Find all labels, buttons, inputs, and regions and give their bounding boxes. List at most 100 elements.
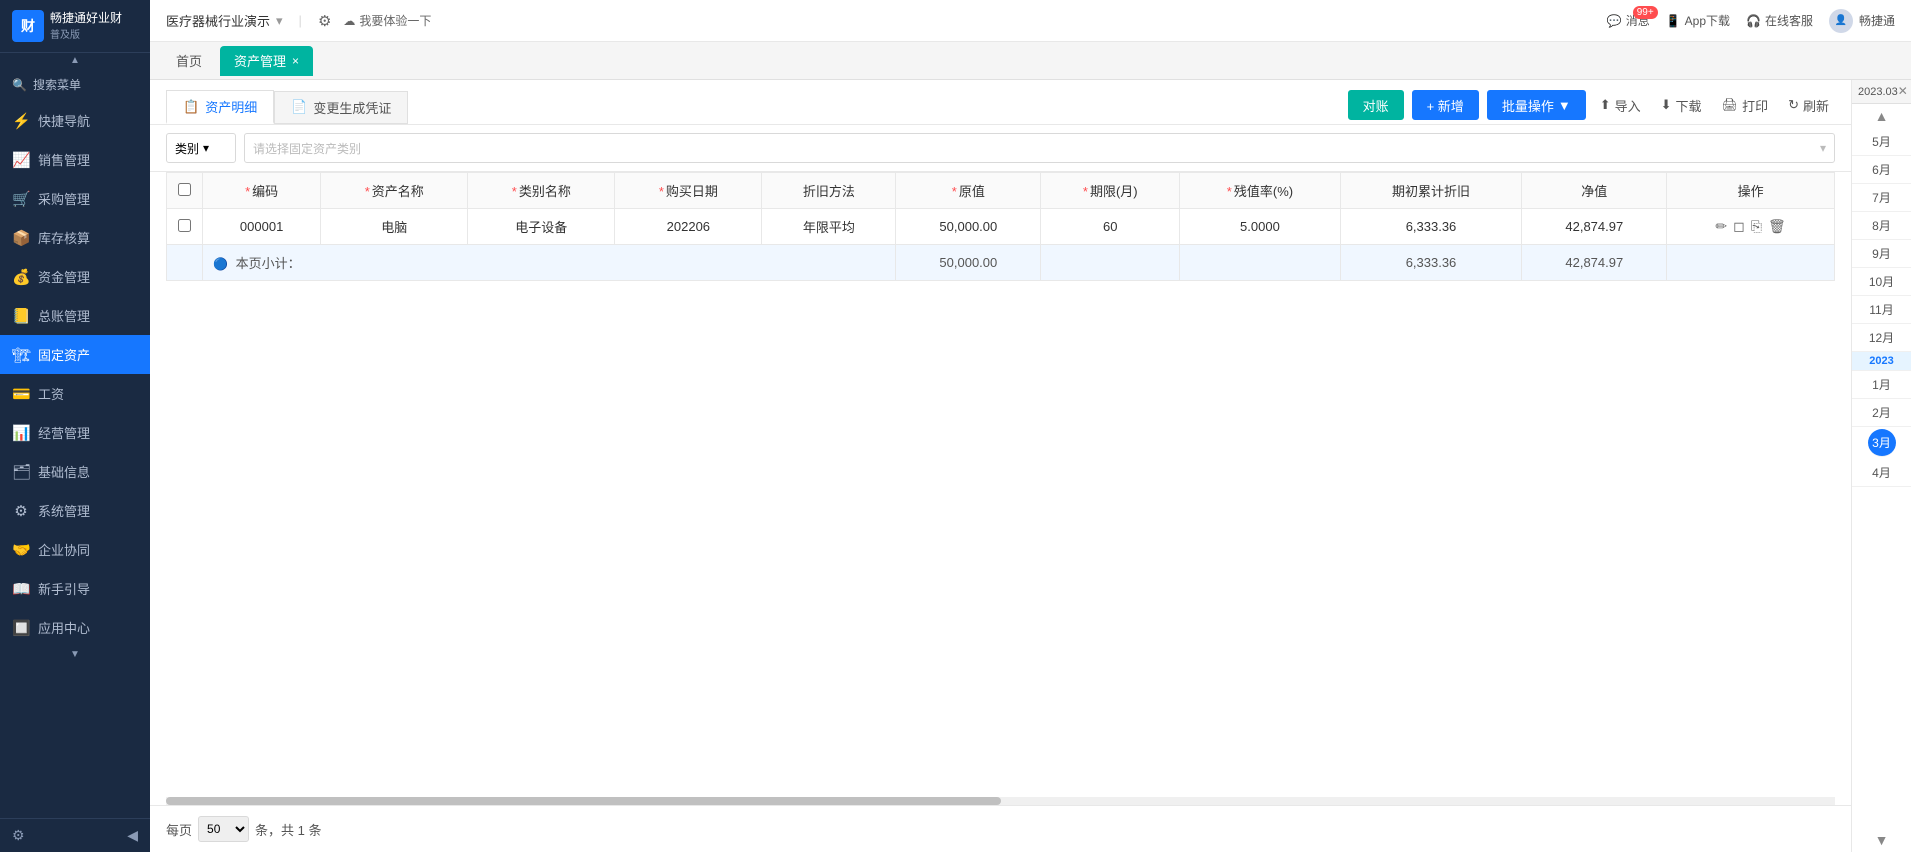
col-category: *类别名称 bbox=[468, 173, 615, 209]
more-icon[interactable]: ⎘ bbox=[1751, 218, 1762, 235]
topbar-gear-icon[interactable]: ⚙ bbox=[318, 12, 331, 30]
sidebar-scroll-up[interactable]: ▲ bbox=[0, 53, 150, 68]
sidebar-item-inventory[interactable]: 📦 库存核算 bbox=[0, 218, 150, 257]
rs-month-10[interactable]: 10月 bbox=[1852, 268, 1911, 296]
tab-home-label: 首页 bbox=[176, 51, 202, 70]
funds-label: 资金管理 bbox=[38, 267, 90, 286]
rs-month-9[interactable]: 9月 bbox=[1852, 240, 1911, 268]
subtotal-checkbox-cell bbox=[167, 245, 203, 281]
rs-scroll-down-button[interactable]: ▼ bbox=[1875, 832, 1889, 848]
new-button[interactable]: + 新增 bbox=[1412, 90, 1479, 120]
filter-bar: 类别 ▾ 请选择固定资产类别 ▾ bbox=[150, 125, 1851, 172]
sidebar-item-purchase[interactable]: 🛒 采购管理 bbox=[0, 179, 150, 218]
filter-arrow-icon: ▾ bbox=[203, 141, 209, 155]
search-label: 搜索菜单 bbox=[33, 76, 81, 93]
tab-asset-mgmt[interactable]: 资产管理 × bbox=[220, 46, 313, 76]
download-button[interactable]: ⬇ 下载 bbox=[1655, 96, 1708, 115]
asset-table-wrap: *编码 *资产名称 *类别名称 *购买日期 折旧方法 *原值 *期限(月) *残… bbox=[150, 172, 1851, 797]
sidebar-item-payroll[interactable]: 💳 工资 bbox=[0, 374, 150, 413]
tab-close-icon[interactable]: × bbox=[292, 54, 299, 68]
row-category: 电子设备 bbox=[468, 209, 615, 245]
user-menu[interactable]: 👤 畅捷通 bbox=[1829, 9, 1895, 33]
right-sidebar: 2023.03 ✕ ⤢ ▲ 5月 6月 7月 8月 9月 10月 11月 12月… bbox=[1851, 80, 1911, 852]
rs-month-6[interactable]: 6月 bbox=[1852, 156, 1911, 184]
fixed-assets-icon: 🏗 bbox=[12, 346, 30, 364]
edit-icon[interactable]: ✏ bbox=[1715, 218, 1727, 235]
sidebar-item-basics[interactable]: 🗂 基础信息 bbox=[0, 452, 150, 491]
generate-voucher-tab-label: 变更生成凭证 bbox=[313, 98, 391, 117]
per-page-select[interactable]: 50 10 20 100 bbox=[198, 816, 249, 842]
collapse-icon[interactable]: ◀ bbox=[127, 827, 138, 844]
experience-button[interactable]: ☁ 我要体验一下 bbox=[343, 12, 431, 29]
col-residual-rate: *残值率(%) bbox=[1180, 173, 1340, 209]
row-accumulated-depreciation: 6,333.36 bbox=[1340, 209, 1522, 245]
rs-month-8[interactable]: 8月 bbox=[1852, 212, 1911, 240]
sidebar-item-guide[interactable]: 📖 新手引导 bbox=[0, 569, 150, 608]
category-value-selector[interactable]: 请选择固定资产类别 ▾ bbox=[244, 133, 1835, 163]
rs-month-3-current[interactable]: 3月 bbox=[1868, 429, 1896, 457]
sidebar-scroll-down[interactable]: ▼ bbox=[0, 647, 150, 662]
tab-home[interactable]: 首页 bbox=[162, 46, 216, 76]
row-checkbox[interactable] bbox=[178, 219, 191, 232]
customer-service-button[interactable]: 🎧 在线客服 bbox=[1746, 12, 1813, 29]
delete-icon[interactable]: 🗑 bbox=[1768, 218, 1786, 235]
refresh-icon: ↻ bbox=[1788, 97, 1799, 113]
print-icon: 🖨 bbox=[1722, 97, 1739, 113]
rs-month-11[interactable]: 11月 bbox=[1852, 296, 1911, 324]
rs-close-button[interactable]: ✕ bbox=[1898, 84, 1908, 99]
import-button[interactable]: ⬆ 导入 bbox=[1594, 96, 1647, 115]
asset-table: *编码 *资产名称 *类别名称 *购买日期 折旧方法 *原值 *期限(月) *残… bbox=[166, 172, 1835, 281]
rs-month-1[interactable]: 1月 bbox=[1852, 371, 1911, 399]
row-code: 000001 bbox=[203, 209, 321, 245]
rs-month-5[interactable]: 5月 bbox=[1852, 128, 1911, 156]
refresh-label: 刷新 bbox=[1803, 96, 1829, 115]
subtotal-accumulated: 6,333.36 bbox=[1340, 245, 1522, 281]
sidebar-item-system[interactable]: ⚙ 系统管理 bbox=[0, 491, 150, 530]
select-all-checkbox[interactable] bbox=[178, 183, 191, 196]
sidebar-item-quick-nav[interactable]: ⚡ 快捷导航 bbox=[0, 101, 150, 140]
settings-icon[interactable]: ⚙ bbox=[12, 827, 25, 844]
subtotal-label-cell: 🔵 本页小计： bbox=[203, 245, 896, 281]
batch-button[interactable]: 批量操作 ▼ bbox=[1487, 90, 1586, 120]
rs-nav-up[interactable]: ▲ bbox=[1852, 104, 1911, 128]
horizontal-scrollbar[interactable] bbox=[166, 797, 1835, 805]
subtotal-residual bbox=[1180, 245, 1340, 281]
tabbar: 首页 资产管理 × bbox=[150, 42, 1911, 80]
rs-scroll-up-button[interactable]: ▲ bbox=[1875, 108, 1889, 124]
sidebar-item-enterprise[interactable]: 🤝 企业协同 bbox=[0, 530, 150, 569]
rs-month-4[interactable]: 4月 bbox=[1852, 459, 1911, 487]
action-icons: ✏ ◻ ⎘ 🗑 bbox=[1677, 218, 1824, 235]
app-download-button[interactable]: 📱 App下载 bbox=[1666, 12, 1730, 29]
print-button[interactable]: 🖨 打印 bbox=[1716, 96, 1775, 115]
import-label: 导入 bbox=[1615, 96, 1641, 115]
rs-month-2[interactable]: 2月 bbox=[1852, 399, 1911, 427]
sidebar-item-app-center[interactable]: 🔲 应用中心 bbox=[0, 608, 150, 647]
sidebar-item-fixed-assets[interactable]: 🏗 固定资产 bbox=[0, 335, 150, 374]
messages-button[interactable]: 💬 消息 99+ bbox=[1607, 12, 1650, 29]
row-purchase-date: 202206 bbox=[615, 209, 762, 245]
sidebar-item-ledger[interactable]: 📒 总账管理 bbox=[0, 296, 150, 335]
rs-month-7[interactable]: 7月 bbox=[1852, 184, 1911, 212]
filter-label: 类别 bbox=[175, 140, 199, 157]
subtab-asset-detail[interactable]: 📋 资产明细 bbox=[166, 90, 274, 124]
batch-label: 批量操作 bbox=[1502, 96, 1554, 115]
h-scrollbar-thumb bbox=[166, 797, 1001, 805]
app-name: 畅捷通好业财 bbox=[50, 11, 122, 27]
rs-nav-down[interactable]: ▼ bbox=[1852, 828, 1911, 852]
basics-label: 基础信息 bbox=[38, 462, 90, 481]
sidebar-logo: 财 畅捷通好业财 普及版 bbox=[0, 0, 150, 53]
company-selector[interactable]: 医疗器械行业演示 ▾ bbox=[166, 11, 283, 30]
sidebar-item-sales[interactable]: 📈 销售管理 bbox=[0, 140, 150, 179]
reconcile-button[interactable]: 对账 bbox=[1348, 90, 1404, 120]
refresh-button[interactable]: ↻ 刷新 bbox=[1782, 96, 1835, 115]
sidebar-item-operations[interactable]: 📊 经营管理 bbox=[0, 413, 150, 452]
table-header-row: *编码 *资产名称 *类别名称 *购买日期 折旧方法 *原值 *期限(月) *残… bbox=[167, 173, 1835, 209]
sidebar-search[interactable]: 🔍 搜索菜单 bbox=[0, 68, 150, 101]
sidebar-item-funds[interactable]: 💰 资金管理 bbox=[0, 257, 150, 296]
generate-voucher-tab-icon: 📄 bbox=[291, 99, 307, 115]
rs-month-12[interactable]: 12月 bbox=[1852, 324, 1911, 352]
copy-icon[interactable]: ◻ bbox=[1733, 218, 1745, 235]
category-filter[interactable]: 类别 ▾ bbox=[166, 133, 236, 163]
subtab-generate-voucher[interactable]: 📄 变更生成凭证 bbox=[274, 91, 408, 124]
rs-year-2023: 2023 bbox=[1852, 352, 1911, 371]
